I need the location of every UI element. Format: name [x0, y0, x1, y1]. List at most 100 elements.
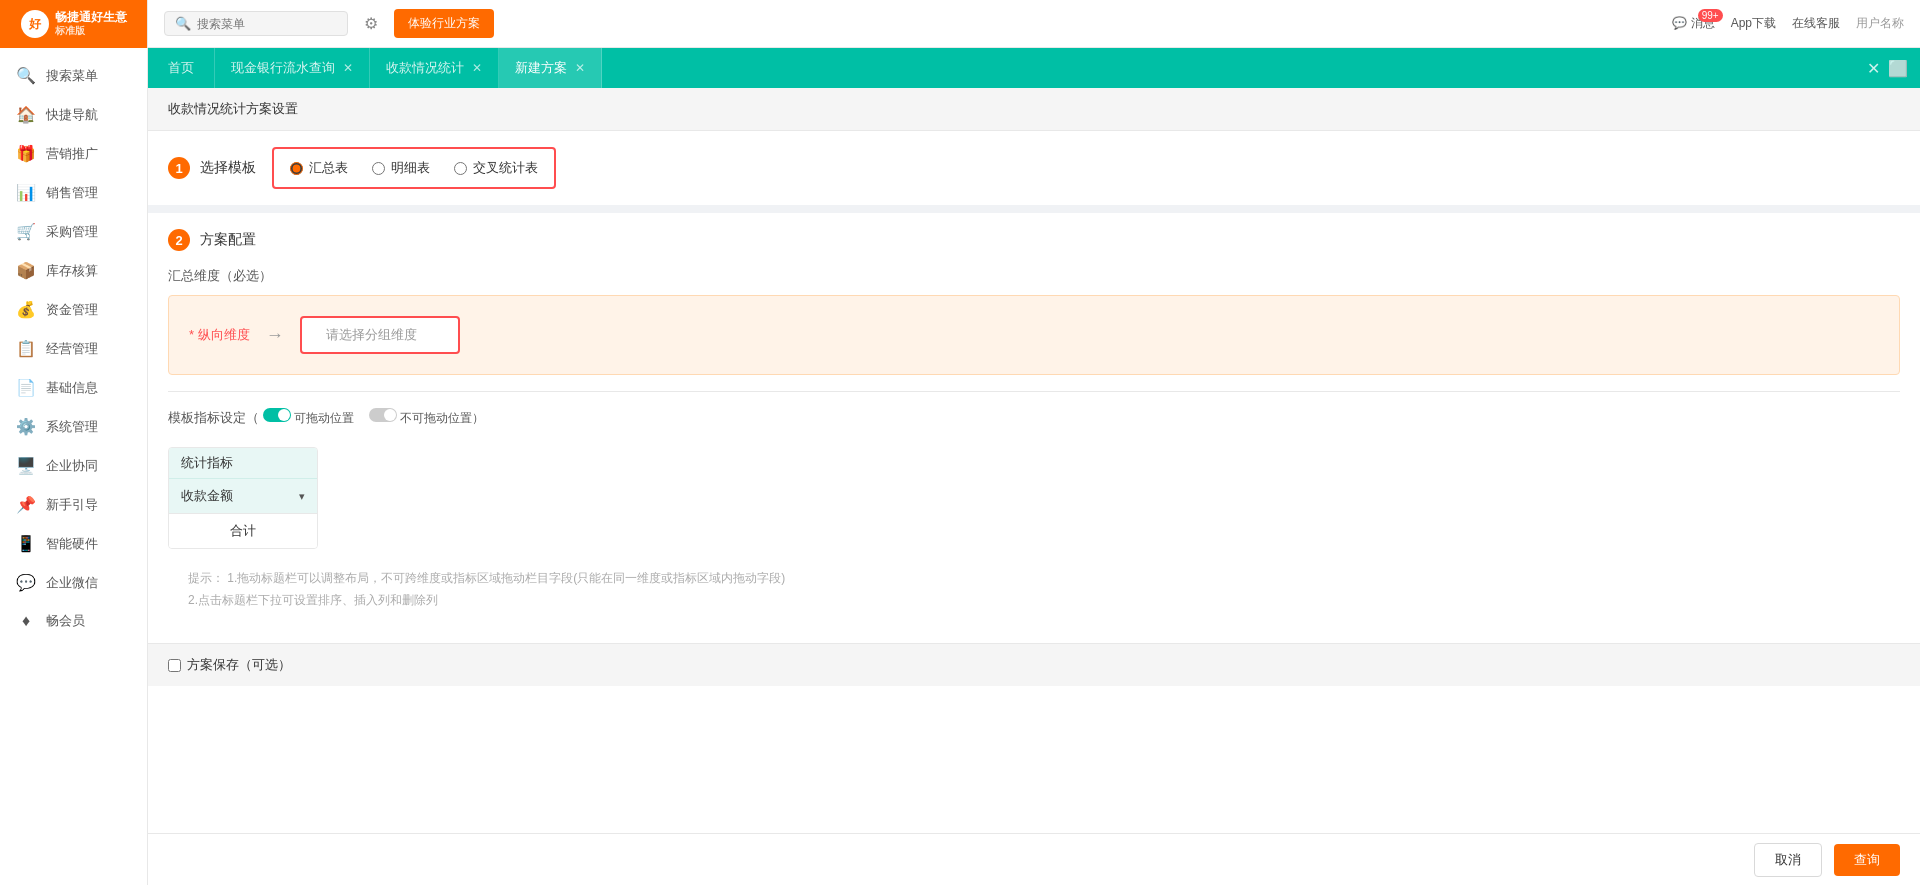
topbar-search-box[interactable]: 🔍	[164, 11, 348, 36]
chat-icon: 💬	[16, 573, 36, 592]
settings-icon[interactable]: ⚙	[364, 14, 378, 33]
stats-cell-collection[interactable]: 收款金额 ▾	[169, 478, 317, 513]
search-icon: 🔍	[175, 16, 191, 31]
sidebar-label-purchase: 采购管理	[46, 223, 98, 241]
sidebar-nav: 🔍 搜索菜单 🏠 快捷导航 🎁 营销推广 📊 销售管理 🛒 采购管理 📦 库存核…	[0, 48, 147, 885]
close-window-icon[interactable]: ✕	[1867, 59, 1880, 78]
content-inner: 收款情况统计方案设置 1 选择模板 汇总表	[148, 88, 1920, 833]
fixed-toggle	[369, 408, 397, 422]
label-detail: 明细表	[391, 159, 430, 177]
option-cross[interactable]: 交叉统计表	[454, 159, 538, 177]
service-label[interactable]: 在线客服	[1792, 15, 1840, 32]
template-options: 汇总表 明细表 交叉统计表	[272, 147, 556, 189]
step1-number: 1	[168, 157, 190, 179]
radio-cross[interactable]	[454, 162, 467, 175]
tabbar: 首页 现金银行流水查询 ✕ 收款情况统计 ✕ 新建方案 ✕ ✕ ⬜	[148, 48, 1920, 88]
sidebar-item-search[interactable]: 🔍 搜索菜单	[0, 56, 147, 95]
sidebar-item-capital[interactable]: 💰 资金管理	[0, 290, 147, 329]
sidebar-label-guide: 新手引导	[46, 496, 98, 514]
option-detail[interactable]: 明细表	[372, 159, 430, 177]
save-section: 方案保存（可选）	[148, 643, 1920, 686]
main-area: 🔍 ⚙ 体验行业方案 💬 消息 99+ App下载 在线客服 用户名称 首页 现…	[148, 0, 1920, 885]
topbar: 🔍 ⚙ 体验行业方案 💬 消息 99+ App下载 在线客服 用户名称	[148, 0, 1920, 48]
step2-title: 方案配置	[200, 231, 256, 249]
tab-collection-stats-label: 收款情况统计	[386, 59, 464, 77]
maximize-icon[interactable]: ⬜	[1888, 59, 1908, 78]
download-label[interactable]: App下载	[1731, 15, 1776, 32]
topbar-actions: 💬 消息 99+ App下载 在线客服 用户名称	[1672, 15, 1904, 32]
sidebar-label-base-info: 基础信息	[46, 379, 98, 397]
radio-summary[interactable]	[290, 162, 303, 175]
tab-home-label: 首页	[168, 59, 194, 77]
tab-cash-query-close[interactable]: ✕	[343, 61, 353, 75]
step2-number: 2	[168, 229, 190, 251]
sidebar-label-capital: 资金管理	[46, 301, 98, 319]
save-checkbox[interactable]	[168, 659, 181, 672]
sidebar-item-system[interactable]: ⚙️ 系统管理	[0, 407, 147, 446]
option-summary[interactable]: 汇总表	[290, 159, 348, 177]
page-header: 收款情况统计方案设置	[148, 88, 1920, 131]
save-checkbox-label[interactable]: 方案保存（可选）	[168, 656, 1900, 674]
step2-section: 2 方案配置 汇总维度（必选） * 纵向维度 → 请选择分组维度 模板指标设定（…	[148, 213, 1920, 643]
sidebar-label-sales: 销售管理	[46, 184, 98, 202]
metrics-label-row: 模板指标设定（ 可拖动位置 不可拖动位置）	[168, 391, 1900, 427]
tab-collection-stats-close[interactable]: ✕	[472, 61, 482, 75]
tab-home[interactable]: 首页	[148, 48, 215, 88]
step1-section: 1 选择模板 汇总表 明细表	[148, 131, 1920, 205]
sidebar-item-sales[interactable]: 📊 销售管理	[0, 173, 147, 212]
sidebar-item-member[interactable]: ♦️ 畅会员	[0, 602, 147, 640]
radio-detail[interactable]	[372, 162, 385, 175]
search-input[interactable]	[197, 17, 337, 31]
sidebar-item-base-info[interactable]: 📄 基础信息	[0, 368, 147, 407]
sidebar-item-marketing[interactable]: 🎁 营销推广	[0, 134, 147, 173]
sidebar-label-operations: 经营管理	[46, 340, 98, 358]
tab-cash-query[interactable]: 现金银行流水查询 ✕	[215, 48, 370, 88]
sidebar-label-marketing: 营销推广	[46, 145, 98, 163]
content-area: 收款情况统计方案设置 1 选择模板 汇总表	[148, 88, 1920, 833]
phone-icon: 📱	[16, 534, 36, 553]
tip-2: 2.点击标题栏下拉可设置排序、插入列和删除列	[188, 590, 1880, 612]
cart-icon: 🛒	[16, 222, 36, 241]
sidebar-item-guide[interactable]: 📌 新手引导	[0, 485, 147, 524]
dimension-area: * 纵向维度 → 请选择分组维度	[168, 295, 1900, 375]
pin-icon: 📌	[16, 495, 36, 514]
gift-icon: 🎁	[16, 144, 36, 163]
sidebar-item-purchase[interactable]: 🛒 采购管理	[0, 212, 147, 251]
sidebar-label-wechat: 企业微信	[46, 574, 98, 592]
section-divider	[148, 205, 1920, 213]
dropdown-arrow-icon[interactable]: ▾	[299, 490, 305, 503]
vertical-label: * 纵向维度	[189, 326, 250, 344]
tab-new-plan[interactable]: 新建方案 ✕	[499, 48, 602, 88]
search-icon: 🔍	[16, 66, 36, 85]
step1-row: 1 选择模板 汇总表 明细表	[168, 147, 1900, 189]
home-icon: 🏠	[16, 105, 36, 124]
sidebar-item-corp-collab[interactable]: 🖥️ 企业协同	[0, 446, 147, 485]
sidebar: 好 畅捷通好生意 标准版 🔍 搜索菜单 🏠 快捷导航 🎁 营销推广 📊 销售管理…	[0, 0, 148, 885]
sidebar-label-hardware: 智能硬件	[46, 535, 98, 553]
sidebar-item-hardware[interactable]: 📱 智能硬件	[0, 524, 147, 563]
sidebar-item-quick-nav[interactable]: 🏠 快捷导航	[0, 95, 147, 134]
step1-header: 1 选择模板	[168, 157, 256, 179]
cancel-button[interactable]: 取消	[1754, 843, 1822, 877]
fixed-label: 不可拖动位置）	[400, 411, 484, 425]
sidebar-item-wechat[interactable]: 💬 企业微信	[0, 563, 147, 602]
step1-title: 选择模板	[200, 159, 256, 177]
movable-toggle	[263, 408, 291, 422]
page-title: 收款情况统计方案设置	[168, 101, 298, 116]
notification-badge[interactable]: 💬 消息 99+	[1672, 15, 1714, 32]
logo-text-block: 畅捷通好生意 标准版	[55, 10, 127, 38]
tip-1: 提示： 1.拖动标题栏可以调整布局，不可跨维度或指标区域拖动栏目字段(只能在同一…	[188, 568, 1880, 590]
stats-cell-label: 收款金额	[181, 487, 233, 505]
sidebar-item-operations[interactable]: 📋 经营管理	[0, 329, 147, 368]
dimension-row: * 纵向维度 → 请选择分组维度	[189, 316, 1879, 354]
tab-collection-stats[interactable]: 收款情况统计 ✕	[370, 48, 499, 88]
industry-btn[interactable]: 体验行业方案	[394, 9, 494, 38]
chart-icon: 📊	[16, 183, 36, 202]
query-button[interactable]: 查询	[1834, 844, 1900, 876]
notification-count: 99+	[1698, 9, 1723, 22]
label-cross: 交叉统计表	[473, 159, 538, 177]
dimension-select[interactable]: 请选择分组维度	[300, 316, 460, 354]
sidebar-label-search: 搜索菜单	[46, 67, 98, 85]
sidebar-item-inventory[interactable]: 📦 库存核算	[0, 251, 147, 290]
tab-new-plan-close[interactable]: ✕	[575, 61, 585, 75]
